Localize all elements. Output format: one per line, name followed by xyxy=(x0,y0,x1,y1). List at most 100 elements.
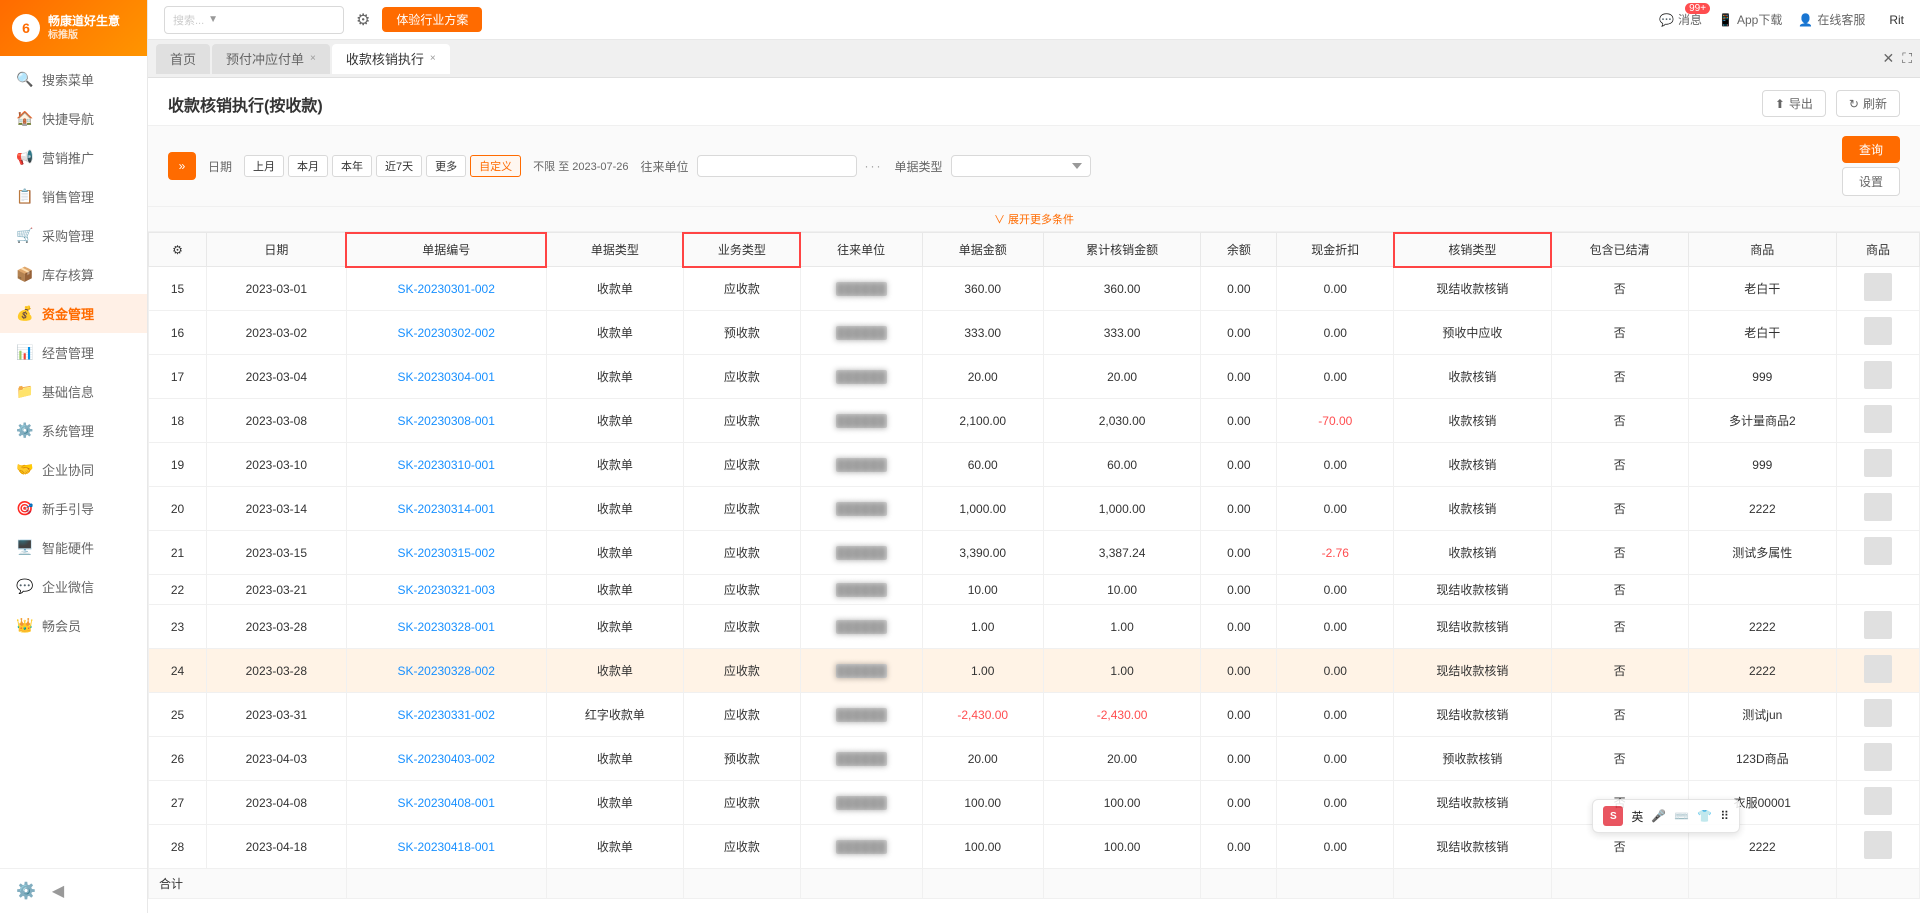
tab-pending-close[interactable]: × xyxy=(310,53,316,64)
bill-no-link[interactable]: SK-20230418-001 xyxy=(397,840,494,854)
cell-bill-type: 红字收款单 xyxy=(546,693,683,737)
cell-discount: -2.76 xyxy=(1277,531,1394,575)
message-badge[interactable]: 💬 消息 99+ xyxy=(1659,11,1702,28)
system-icon: ⚙️ xyxy=(16,422,34,440)
footer-balance xyxy=(1201,869,1277,899)
cell-biz-type: 应收款 xyxy=(683,267,800,311)
cell-bill-no: SK-20230314-001 xyxy=(346,487,546,531)
sidebar-item-hardware[interactable]: 🖥️ 智能硬件 xyxy=(0,528,147,567)
sidebar-item-guide[interactable]: 🎯 新手引导 xyxy=(0,489,147,528)
cell-discount: 0.00 xyxy=(1277,825,1394,869)
tab-expand-icon[interactable]: ⛶ xyxy=(1902,50,1912,67)
cell-amount: 100.00 xyxy=(922,781,1043,825)
sidebar-item-inventory[interactable]: 📦 库存核算 xyxy=(0,255,147,294)
bill-no-link[interactable]: SK-20230408-001 xyxy=(397,796,494,810)
sidebar-item-wechat[interactable]: 💬 企业微信 xyxy=(0,567,147,606)
bill-no-link[interactable]: SK-20230403-002 xyxy=(397,752,494,766)
unit-blurred: ██████ xyxy=(836,326,887,340)
watermark-mic-icon[interactable]: 🎤 xyxy=(1651,809,1666,823)
cell-no: 19 xyxy=(149,443,207,487)
tab-collection[interactable]: 收款核销执行 × xyxy=(332,44,450,74)
sidebar-item-basic[interactable]: 📁 基础信息 xyxy=(0,372,147,411)
bill-no-link[interactable]: SK-20230328-001 xyxy=(397,620,494,634)
unit-blurred: ██████ xyxy=(836,458,887,472)
tab-collection-close[interactable]: × xyxy=(430,53,436,64)
filter-date-this-year[interactable]: 本年 xyxy=(332,155,372,177)
cell-goods-img xyxy=(1836,487,1919,531)
bill-no-link[interactable]: SK-20230331-002 xyxy=(397,708,494,722)
bill-no-link[interactable]: SK-20230308-001 xyxy=(397,414,494,428)
topbar-gear-icon[interactable]: ⚙ xyxy=(356,10,370,30)
bill-no-link[interactable]: SK-20230301-002 xyxy=(397,282,494,296)
user-name: Rit xyxy=(1889,13,1904,27)
filter-date-more[interactable]: 更多 xyxy=(426,155,466,177)
solution-button[interactable]: 体验行业方案 xyxy=(382,7,482,32)
col-biz-type: 业务类型 xyxy=(683,233,800,267)
bill-no-link[interactable]: SK-20230310-001 xyxy=(397,458,494,472)
sidebar-item-purchase[interactable]: 🛒 采购管理 xyxy=(0,216,147,255)
settings-bottom-icon[interactable]: ⚙️ xyxy=(16,881,36,901)
collapse-icon[interactable]: ◀ xyxy=(52,881,64,901)
cell-goods-img xyxy=(1836,531,1919,575)
filter-dots[interactable]: ··· xyxy=(865,159,883,173)
cell-date: 2023-03-15 xyxy=(207,531,346,575)
col-bill-type: 单据类型 xyxy=(546,233,683,267)
cell-goods: 2222 xyxy=(1688,605,1836,649)
sidebar-item-operation[interactable]: 📊 经营管理 xyxy=(0,333,147,372)
expand-more-bar[interactable]: ∨ 展开更多条件 xyxy=(148,207,1920,232)
export-button[interactable]: ⬆ 导出 xyxy=(1762,90,1826,117)
bill-no-link[interactable]: SK-20230315-002 xyxy=(397,546,494,560)
sidebar-item-label: 销售管理 xyxy=(42,187,94,206)
sidebar-item-marketing[interactable]: 📢 营销推广 xyxy=(0,138,147,177)
sidebar-item-enterprise[interactable]: 🤝 企业协同 xyxy=(0,450,147,489)
sidebar-item-finance[interactable]: 💰 资金管理 xyxy=(0,294,147,333)
page-content: 收款核销执行(按收款) ⬆ 导出 ↻ 刷新 » 日期 上月 本月 本年 xyxy=(148,78,1920,913)
bill-no-link[interactable]: SK-20230304-001 xyxy=(397,370,494,384)
cell-no: 25 xyxy=(149,693,207,737)
filter-date-last-month[interactable]: 上月 xyxy=(244,155,284,177)
refresh-button[interactable]: ↻ 刷新 xyxy=(1836,90,1900,117)
watermark-keyboard-icon[interactable]: ⌨️ xyxy=(1674,809,1689,823)
tab-home[interactable]: 首页 xyxy=(156,44,210,74)
bill-no-link[interactable]: SK-20230314-001 xyxy=(397,502,494,516)
sidebar-item-label: 企业微信 xyxy=(42,577,94,596)
tab-pending[interactable]: 预付冲应付单 × xyxy=(212,44,330,74)
tab-close-all-icon[interactable]: ✕ xyxy=(1882,50,1894,67)
sidebar-item-search[interactable]: 🔍 搜索菜单 xyxy=(0,60,147,99)
filter-toggle-button[interactable]: » xyxy=(168,152,196,180)
filter-settings-button[interactable]: 设置 xyxy=(1842,167,1900,196)
filter-date-this-month[interactable]: 本月 xyxy=(288,155,328,177)
watermark-grid-icon[interactable]: ⠿ xyxy=(1720,809,1729,823)
filter-unit-input[interactable] xyxy=(697,155,857,177)
bill-no-link[interactable]: SK-20230321-003 xyxy=(397,583,494,597)
cell-no: 26 xyxy=(149,737,207,781)
filter-action-buttons: 查询 设置 xyxy=(1842,136,1900,196)
filter-date-custom[interactable]: 自定义 xyxy=(470,155,521,177)
sidebar-item-member[interactable]: 👑 畅会员 xyxy=(0,606,147,645)
cell-balance: 0.00 xyxy=(1201,825,1277,869)
app-download[interactable]: 📱 App下载 xyxy=(1718,11,1782,28)
cell-goods: 999 xyxy=(1688,355,1836,399)
watermark-shirt-icon[interactable]: 👕 xyxy=(1697,809,1712,823)
bill-no-link[interactable]: SK-20230328-002 xyxy=(397,664,494,678)
watermark-toolbar: S 英 🎤 ⌨️ 👕 ⠿ xyxy=(1592,799,1740,833)
sidebar-item-label: 库存核算 xyxy=(42,265,94,284)
filter-date-7days[interactable]: 近7天 xyxy=(376,155,422,177)
bill-no-link[interactable]: SK-20230302-002 xyxy=(397,326,494,340)
topbar-search-input[interactable]: 搜索... ▼ xyxy=(164,6,344,34)
filter-type-select[interactable] xyxy=(951,155,1091,177)
query-button[interactable]: 查询 xyxy=(1842,136,1900,163)
service-label: 在线客服 xyxy=(1817,11,1865,28)
sidebar-item-system[interactable]: ⚙️ 系统管理 xyxy=(0,411,147,450)
cell-date: 2023-03-10 xyxy=(207,443,346,487)
unit-blurred: ██████ xyxy=(836,546,887,560)
cell-verify-type: 现结收款核销 xyxy=(1394,575,1551,605)
footer-verified xyxy=(1043,869,1200,899)
cell-date: 2023-03-21 xyxy=(207,575,346,605)
sidebar-item-sales[interactable]: 📋 销售管理 xyxy=(0,177,147,216)
cell-goods: 2222 xyxy=(1688,649,1836,693)
sidebar-item-shortcut[interactable]: 🏠 快捷导航 xyxy=(0,99,147,138)
col-settings[interactable]: ⚙ xyxy=(149,233,207,267)
cell-amount: 100.00 xyxy=(922,825,1043,869)
online-service[interactable]: 👤 在线客服 xyxy=(1798,11,1865,28)
